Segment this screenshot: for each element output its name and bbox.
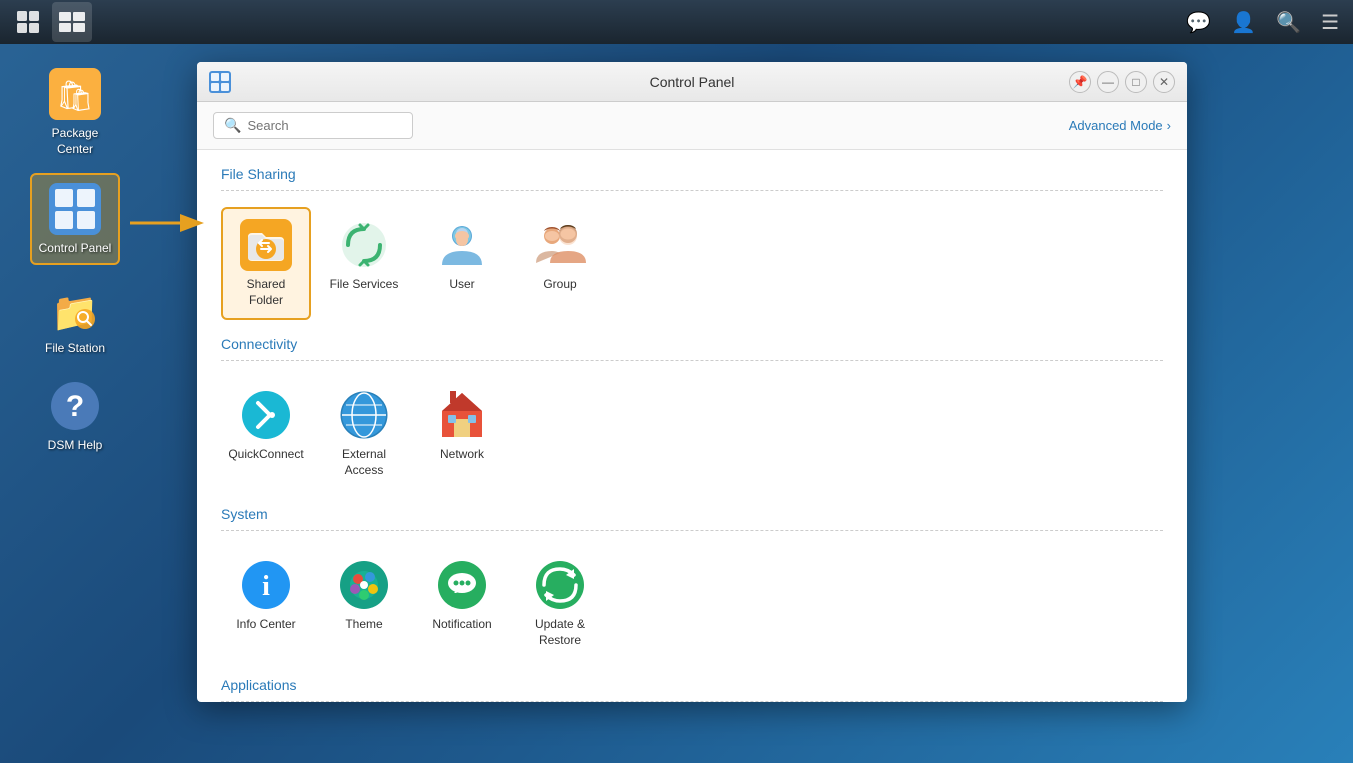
quickconnect-label: QuickConnect [228, 447, 303, 463]
taskbar-control-panel-button[interactable] [52, 2, 92, 42]
dsm-help-icon: ? [47, 378, 103, 434]
window-close-button[interactable]: ✕ [1153, 71, 1175, 93]
user-icon[interactable]: 👤 [1225, 4, 1262, 41]
cp-icon-update-restore[interactable]: Update &Restore [515, 547, 605, 660]
cp-icon-theme[interactable]: Theme [319, 547, 409, 660]
dsm-help-label: DSM Help [48, 438, 103, 454]
cp-icon-file-services[interactable]: File Services [319, 207, 409, 320]
window-app-icon [209, 71, 231, 93]
update-restore-label: Update &Restore [535, 617, 585, 648]
theme-icon [338, 559, 390, 611]
group-label: Group [543, 277, 576, 293]
desktop-icon-file-station[interactable]: 📁 File Station [30, 275, 120, 363]
section-header-applications: Applications [221, 677, 1163, 693]
svg-text:?: ? [66, 390, 84, 423]
window-pin-button[interactable]: 📌 [1069, 71, 1091, 93]
desktop-icon-dsm-help[interactable]: ? DSM Help [30, 372, 120, 460]
control-panel-window: Control Panel 📌 — □ ✕ 🔍 Advanced Mode › … [197, 62, 1187, 702]
info-center-icon: i [240, 559, 292, 611]
update-restore-icon [534, 559, 586, 611]
taskbar-apps-button[interactable] [8, 2, 48, 42]
desktop-icons: 🛍 Package Center Control Panel 📁 [30, 60, 120, 460]
desktop-icon-control-panel[interactable]: Control Panel [30, 173, 120, 265]
cp-icon-info-center[interactable]: i Info Center [221, 547, 311, 660]
section-divider-applications [221, 701, 1163, 702]
file-services-icon [338, 219, 390, 271]
package-center-icon: 🛍 [47, 66, 103, 122]
taskbar-right: 💬 👤 🔍 ☰ [1180, 4, 1345, 41]
theme-label: Theme [345, 617, 382, 633]
search-icon-inner: 🔍 [224, 117, 241, 134]
cp-icon-group[interactable]: > Group [515, 207, 605, 320]
file-services-label: File Services [330, 277, 399, 293]
connectivity-grid: QuickConnect External Acce [221, 377, 1163, 490]
window-title: Control Panel [650, 74, 735, 90]
search-box[interactable]: 🔍 [213, 112, 413, 139]
advanced-mode-link[interactable]: Advanced Mode › [1069, 118, 1171, 133]
network-label: Network [440, 447, 484, 463]
system-grid: i Info Center [221, 547, 1163, 660]
section-header-system: System [221, 506, 1163, 522]
shared-folder-icon [240, 219, 292, 271]
cp-icon-network[interactable]: Network [417, 377, 507, 490]
section-divider-system [221, 530, 1163, 531]
search-icon[interactable]: 🔍 [1270, 4, 1307, 41]
section-header-file-sharing: File Sharing [221, 166, 1163, 182]
chevron-right-icon: › [1167, 118, 1171, 133]
quickconnect-icon [240, 389, 292, 441]
file-station-icon: 📁 [47, 281, 103, 337]
external-access-icon [338, 389, 390, 441]
search-input[interactable] [247, 118, 402, 133]
desktop-icon-package-center[interactable]: 🛍 Package Center [30, 60, 120, 163]
svg-text:🛍: 🛍 [56, 80, 94, 113]
cp-icon-quickconnect[interactable]: QuickConnect [221, 377, 311, 490]
cp-icon-shared-folder[interactable]: Shared Folder [221, 207, 311, 320]
window-titlebar: Control Panel 📌 — □ ✕ [197, 62, 1187, 102]
window-controls: 📌 — □ ✕ [1069, 71, 1175, 93]
file-station-label: File Station [45, 341, 105, 357]
external-access-label: External Access [329, 447, 399, 478]
notification-icon [436, 559, 488, 611]
notification-label: Notification [432, 617, 491, 633]
file-sharing-grid: Shared Folder File Services [221, 207, 1163, 320]
chat-icon[interactable]: 💬 [1180, 4, 1217, 41]
control-panel-label: Control Panel [39, 241, 112, 257]
svg-text:i: i [262, 571, 270, 602]
cp-icon-external-access[interactable]: External Access [319, 377, 409, 490]
section-divider-connectivity [221, 360, 1163, 361]
section-header-connectivity: Connectivity [221, 336, 1163, 352]
window-toolbar: 🔍 Advanced Mode › [197, 102, 1187, 150]
cp-icon-user[interactable]: User [417, 207, 507, 320]
user-label: User [449, 277, 474, 293]
group-icon-cp: > [534, 219, 586, 271]
control-panel-icon [47, 181, 103, 237]
shared-folder-label: Shared Folder [231, 277, 301, 308]
package-center-label: Package Center [36, 126, 114, 157]
cp-icon-notification[interactable]: Notification [417, 547, 507, 660]
window-content: File Sharing Shared Fol [197, 150, 1187, 702]
taskbar: 💬 👤 🔍 ☰ [0, 0, 1353, 44]
selection-arrow [130, 208, 210, 243]
network-icon [436, 389, 488, 441]
section-divider-file-sharing [221, 190, 1163, 191]
taskbar-left [8, 2, 92, 42]
menu-icon[interactable]: ☰ [1315, 4, 1345, 41]
window-maximize-button[interactable]: □ [1125, 71, 1147, 93]
user-icon-cp [436, 219, 488, 271]
window-minimize-button[interactable]: — [1097, 71, 1119, 93]
info-center-label: Info Center [236, 617, 295, 633]
